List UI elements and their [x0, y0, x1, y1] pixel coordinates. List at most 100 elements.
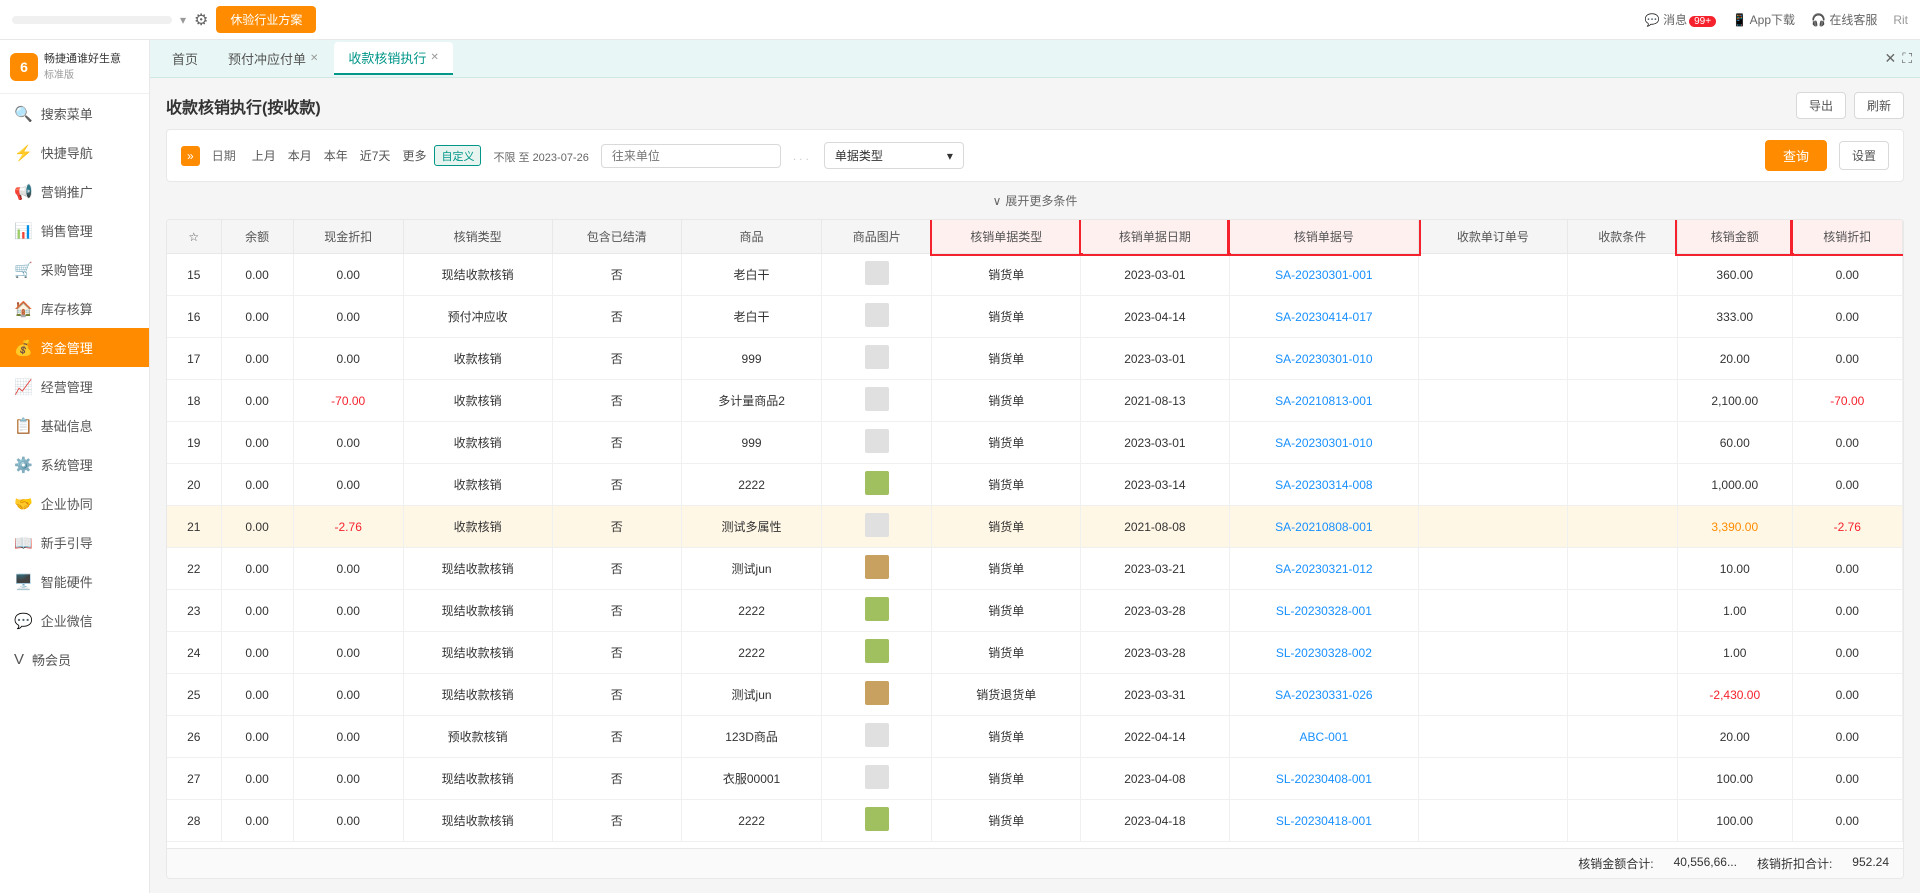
hardware-icon: 🖥️	[14, 573, 33, 591]
this-year-btn[interactable]: 本年	[320, 145, 352, 166]
sidebar-item-finance[interactable]: 💰 资金管理	[0, 328, 149, 367]
export-button[interactable]: 导出	[1796, 92, 1846, 119]
goods-image	[865, 555, 889, 579]
sidebar-label-sales: 销售管理	[41, 221, 93, 240]
goods-image	[865, 597, 889, 621]
operations-icon: 📈	[14, 378, 33, 396]
doc-no-link[interactable]: SL-20230408-001	[1276, 772, 1372, 786]
sidebar-label-quicknav: 快捷导航	[41, 143, 93, 162]
doc-no-link[interactable]: SL-20230328-001	[1276, 604, 1372, 618]
quicknav-icon: ⚡	[14, 144, 33, 162]
filter-expand-button[interactable]: »	[181, 146, 200, 166]
tab-close-button[interactable]: ✕	[1884, 50, 1896, 67]
goods-image-placeholder	[865, 429, 889, 453]
message-link[interactable]: 💬 消息99+	[1645, 11, 1716, 28]
tab-writeoff[interactable]: 收款核销执行 ✕	[334, 42, 452, 75]
page-content: 收款核销执行(按收款) 导出 刷新 » 日期 上月 本月 本年 近7天 更多 自…	[150, 78, 1920, 893]
refresh-button[interactable]: 刷新	[1854, 92, 1904, 119]
doc-no-link[interactable]: SL-20230328-002	[1276, 646, 1372, 660]
tab2-close-icon[interactable]: ✕	[430, 52, 438, 63]
tab-home[interactable]: 首页	[158, 43, 212, 74]
tab-prepay[interactable]: 预付冲应付单 ✕	[214, 43, 332, 74]
custom-date-btn[interactable]: 自定义	[434, 145, 481, 166]
top-right-actions: 💬 消息99+ 📱 App下载 🎧 在线客服 Rit	[1645, 11, 1908, 28]
footer-discount-label: 核销折扣合计:	[1757, 855, 1832, 872]
sidebar-label-finance: 资金管理	[41, 338, 93, 357]
last-month-btn[interactable]: 上月	[248, 145, 280, 166]
doc-no-link[interactable]: SA-20230301-001	[1275, 268, 1372, 282]
last7days-btn[interactable]: 近7天	[356, 145, 395, 166]
sidebar-label-marketing: 营销推广	[41, 182, 93, 201]
system-icon: ⚙️	[14, 456, 33, 474]
sidebar-item-sales[interactable]: 📊 销售管理	[0, 211, 149, 250]
doc-no-link[interactable]: SA-20230301-010	[1275, 436, 1372, 450]
doc-no-link[interactable]: SA-20230321-012	[1275, 562, 1372, 576]
sidebar-item-wechat[interactable]: 💬 企业微信	[0, 601, 149, 640]
table-body: 150.000.00现结收款核销否老白干销货单2023-03-01SA-2023…	[167, 254, 1903, 842]
service-link[interactable]: 🎧 在线客服	[1811, 11, 1877, 28]
sidebar-item-collab[interactable]: 🤝 企业协同	[0, 484, 149, 523]
industry-btn[interactable]: 休验行业方案	[216, 6, 316, 33]
page-title: 收款核销执行(按收款)	[166, 94, 321, 118]
data-table-wrapper: ☆ 余额 现金折扣 核销类型 包含已结清 商品 商品图片 核销单据类型 核销单据…	[166, 219, 1904, 879]
data-table: ☆ 余额 现金折扣 核销类型 包含已结清 商品 商品图片 核销单据类型 核销单据…	[167, 220, 1903, 842]
search-icon: 🔍	[14, 105, 33, 123]
goods-image	[865, 639, 889, 663]
doc-no-link[interactable]: ABC-001	[1300, 730, 1349, 744]
doc-no-link[interactable]: SA-20210808-001	[1275, 520, 1372, 534]
table-row: 180.00-70.00收款核销否多计量商品2销货单2021-08-13SA-2…	[167, 380, 1903, 422]
col-doc-date: 核销单据日期	[1081, 220, 1230, 254]
sidebar-label-purchase: 采购管理	[41, 260, 93, 279]
sidebar-item-member[interactable]: V 畅会员	[0, 640, 149, 679]
doc-no-link[interactable]: SA-20230314-008	[1275, 478, 1372, 492]
top-search[interactable]	[12, 16, 172, 24]
doc-no-link[interactable]: SA-20230301-010	[1275, 352, 1372, 366]
sales-icon: 📊	[14, 222, 33, 240]
tab1-close-icon[interactable]: ✕	[310, 53, 318, 64]
col-pay-terms: 收款条件	[1567, 220, 1677, 254]
more-date-btn[interactable]: 更多	[398, 145, 430, 166]
expand-more-button[interactable]: ∨ 展开更多条件	[993, 192, 1078, 209]
sidebar-item-basic-info[interactable]: 📋 基础信息	[0, 406, 149, 445]
partner-input[interactable]	[601, 144, 781, 168]
sidebar-item-guide[interactable]: 📖 新手引导	[0, 523, 149, 562]
table-header-row: ☆ 余额 现金折扣 核销类型 包含已结清 商品 商品图片 核销单据类型 核销单据…	[167, 220, 1903, 254]
doc-type-select[interactable]: 单据类型 ▾	[824, 142, 964, 169]
sidebar-item-hardware[interactable]: 🖥️ 智能硬件	[0, 562, 149, 601]
tab-right-actions: ✕ ⛶	[1884, 50, 1912, 67]
sidebar-item-inventory[interactable]: 🏠 库存核算	[0, 289, 149, 328]
table-row: 150.000.00现结收款核销否老白干销货单2023-03-01SA-2023…	[167, 254, 1903, 296]
finance-icon: 💰	[14, 339, 33, 357]
goods-image-placeholder	[865, 513, 889, 537]
sidebar-item-marketing[interactable]: 📢 营销推广	[0, 172, 149, 211]
gear-icon[interactable]: ⚙	[194, 10, 208, 30]
col-goods-img: 商品图片	[822, 220, 932, 254]
user-label[interactable]: Rit	[1893, 13, 1908, 27]
sidebar: 6 畅捷通谁好生意 标准版 🔍 搜索菜单 ⚡ 快捷导航 📢 营销推广 📊 销售管…	[0, 40, 150, 893]
tab-expand-button[interactable]: ⛶	[1902, 50, 1912, 67]
table-row: 280.000.00现结收款核销否2222销货单2023-04-18SL-202…	[167, 800, 1903, 842]
app-download-link[interactable]: 📱 App下载	[1732, 11, 1795, 28]
doc-no-link[interactable]: SA-20230331-026	[1275, 688, 1372, 702]
table-scroll[interactable]: ☆ 余额 现金折扣 核销类型 包含已结清 商品 商品图片 核销单据类型 核销单据…	[167, 220, 1903, 848]
settings-button[interactable]: 设置	[1839, 141, 1889, 170]
query-button[interactable]: 查询	[1765, 140, 1827, 171]
sidebar-item-quicknav[interactable]: ⚡ 快捷导航	[0, 133, 149, 172]
footer-amount-val: 40,556,66...	[1674, 855, 1737, 872]
table-row: 230.000.00现结收款核销否2222销货单2023-03-28SL-202…	[167, 590, 1903, 632]
sidebar-label-basic: 基础信息	[41, 416, 93, 435]
sidebar-item-operations[interactable]: 📈 经营管理	[0, 367, 149, 406]
col-amount: 核销金额	[1677, 220, 1792, 254]
sidebar-item-system[interactable]: ⚙️ 系统管理	[0, 445, 149, 484]
footer-amount-label: 核销金额合计:	[1578, 855, 1653, 872]
doc-no-link[interactable]: SL-20230418-001	[1276, 814, 1372, 828]
sidebar-label-guide: 新手引导	[41, 533, 93, 552]
this-month-btn[interactable]: 本月	[284, 145, 316, 166]
logo-text-area: 畅捷通谁好生意 标准版	[44, 52, 121, 81]
sidebar-item-search[interactable]: 🔍 搜索菜单	[0, 94, 149, 133]
table-row: 160.000.00预付冲应收否老白干销货单2023-04-14SA-20230…	[167, 296, 1903, 338]
doc-no-link[interactable]: SA-20230414-017	[1275, 310, 1372, 324]
doc-no-link[interactable]: SA-20210813-001	[1275, 394, 1372, 408]
sidebar-item-purchase[interactable]: 🛒 采购管理	[0, 250, 149, 289]
col-order-no: 收款单订单号	[1419, 220, 1568, 254]
